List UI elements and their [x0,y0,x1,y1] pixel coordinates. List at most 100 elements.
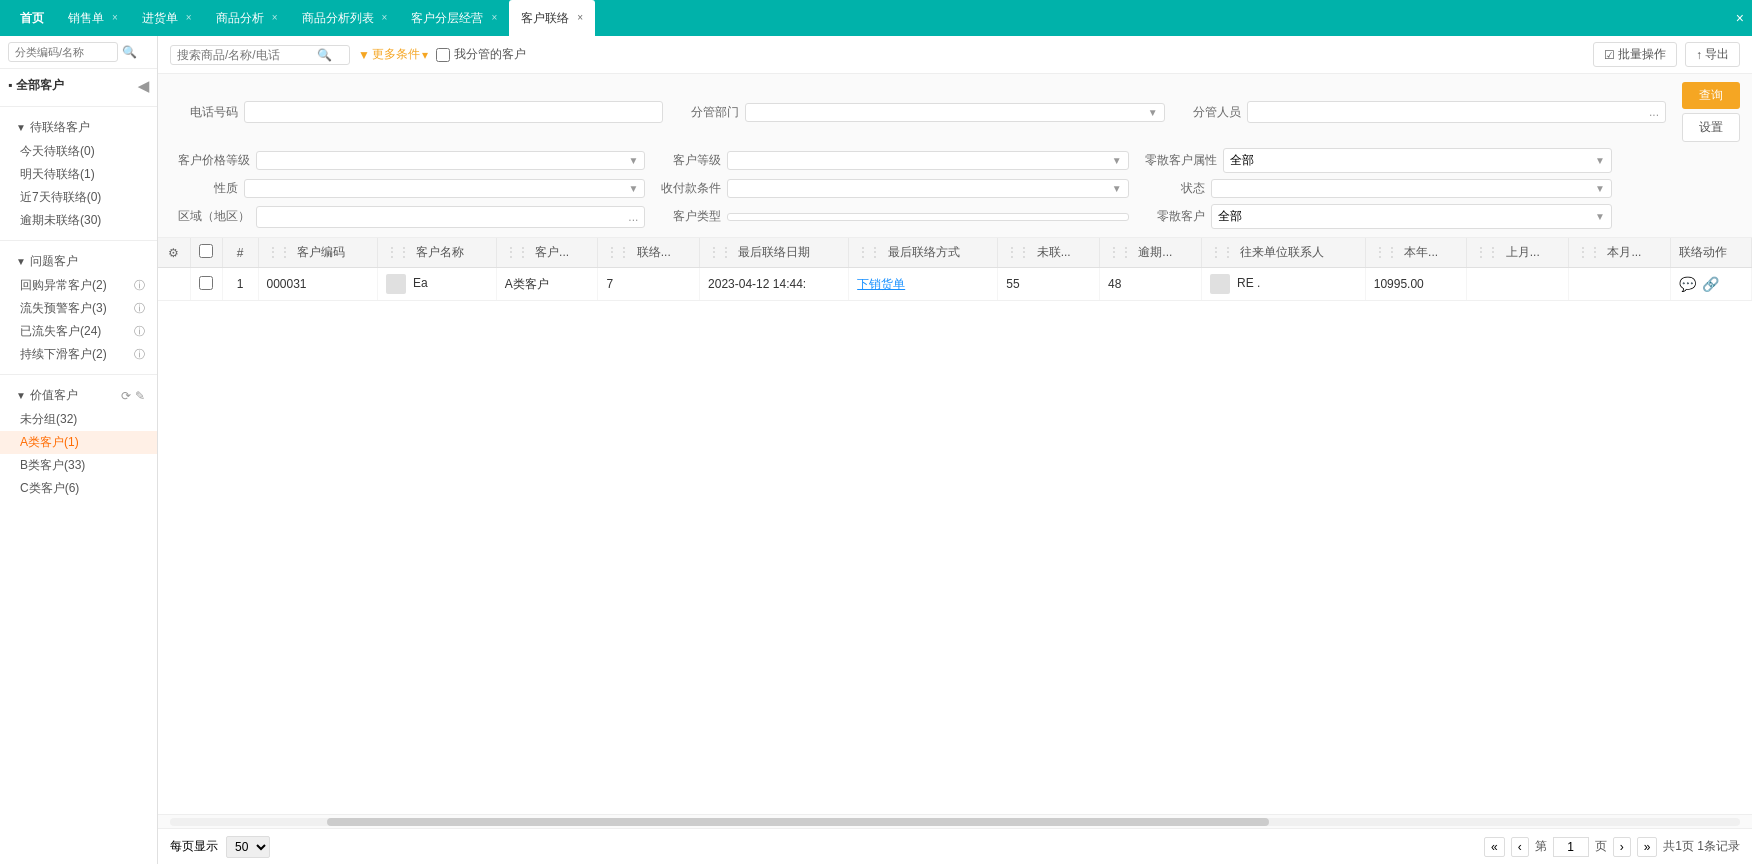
nav-customer-contact[interactable]: 客户联络 × [509,0,595,36]
col-settings: ⚙ [158,238,190,268]
last-method-link[interactable]: 下销货单 [857,277,905,291]
my-customers-checkbox[interactable] [436,48,450,62]
sidebar-item-abnormal-repurchase[interactable]: 回购异常客户(2) ⓘ [0,274,157,297]
link-action-icon[interactable]: 🔗 [1702,276,1719,292]
row-checkbox[interactable] [199,276,213,290]
sidebar-item-class-a[interactable]: A类客户(1) [0,431,157,454]
dept-select[interactable]: ▼ [745,103,1164,122]
nav-sales[interactable]: 销售单 × [56,0,130,36]
region-select[interactable]: ... [256,206,645,228]
retail-label: 零散客户 [1145,208,1205,225]
row-this-month [1569,268,1671,301]
person-select[interactable]: ... [1247,101,1666,123]
customer-level-select[interactable]: ▼ [727,151,1128,170]
batch-op-button[interactable]: ☑ 批量操作 [1593,42,1677,67]
query-button[interactable]: 查询 [1682,82,1740,109]
close-sales-icon[interactable]: × [112,0,118,36]
sidebar-item-overdue[interactable]: 逾期未联络(30) [0,209,157,232]
sidebar-item-ungrouped[interactable]: 未分组(32) [0,408,157,431]
caret-down-icon: ▾ [422,48,428,62]
retail-caret-icon: ▼ [1595,211,1605,222]
problem-customers-group[interactable]: ▼ 问题客户 [0,249,157,274]
filter-nature: 性质 ▼ [170,179,653,198]
my-customers-filter[interactable]: 我分管的客户 [436,46,526,63]
info-icon: ⓘ [134,278,145,293]
sidebar-search-icon[interactable]: 🔍 [122,45,137,59]
page-number-input[interactable] [1553,837,1589,857]
per-page-select[interactable]: 50 [226,836,270,858]
nav-home[interactable]: 首页 [8,0,56,36]
col-contact-count-header: ⋮⋮ 联络... [598,238,700,268]
nav-goods-list[interactable]: 商品分析列表 × [290,0,400,36]
payment-select[interactable]: ▼ [727,179,1128,198]
nature-select[interactable]: ▼ [244,179,645,198]
export-button[interactable]: ↑ 导出 [1685,42,1740,67]
category-search-input[interactable] [8,42,118,62]
drag-icon-2: ⋮⋮ [386,245,410,259]
nav-customer-layer[interactable]: 客户分层经营 × [399,0,509,36]
sidebar-item-class-b[interactable]: B类客户(33) [0,454,157,477]
total-records: 共1页 1条记录 [1663,838,1740,855]
all-customers-title[interactable]: ▪ 全部客户 ◀ [0,73,157,98]
retail-attr-select[interactable]: 全部 ▼ [1223,148,1612,173]
collapse-sidebar-btn[interactable]: ◀ [138,78,149,94]
main-layout: 🔍 ▪ 全部客户 ◀ ▼ 待联络客户 今天待联络(0) 明天待联络(1) 近7天… [0,36,1752,864]
value-customers-group[interactable]: ▼ 价值客户 ⟳ ✎ [0,383,157,408]
close-all-tabs[interactable]: × [1736,10,1744,26]
problem-customers-section: ▼ 问题客户 回购异常客户(2) ⓘ 流失预警客户(3) ⓘ 已流失客户(24)… [0,245,157,370]
message-action-icon[interactable]: 💬 [1679,276,1696,292]
horizontal-scrollbar[interactable] [170,818,1740,826]
main-search-input[interactable] [177,48,317,62]
sidebar-item-churn-warning[interactable]: 流失预警客户(3) ⓘ [0,297,157,320]
filter-person: 分管人员 ... [1173,101,1674,123]
edit-icon[interactable]: ✎ [135,389,145,403]
status-label: 状态 [1145,180,1205,197]
settings-button[interactable]: 设置 [1682,113,1740,142]
all-customers-section: ▪ 全部客户 ◀ [0,69,157,102]
select-all-checkbox[interactable] [199,244,213,258]
sidebar-item-tomorrow[interactable]: 明天待联络(1) [0,163,157,186]
row-last-month [1467,268,1569,301]
divider-3 [0,374,157,375]
drag-icon-7: ⋮⋮ [1006,245,1030,259]
next-page-btn[interactable]: › [1613,837,1631,857]
status-caret-icon: ▼ [1595,183,1605,194]
contact-person-avatar [1210,274,1230,294]
table-header-row: ⚙ # ⋮⋮ 客户编码 ⋮⋮ 客户名称 [158,238,1752,268]
customer-type-select[interactable] [727,213,1128,221]
prev-page-btn[interactable]: ‹ [1511,837,1529,857]
nav-goods-analysis[interactable]: 商品分析 × [204,0,290,36]
status-select[interactable]: ▼ [1211,179,1612,198]
row-uncontacted: 55 [998,268,1100,301]
first-page-btn[interactable]: « [1484,837,1505,857]
sidebar-item-declining[interactable]: 持续下滑客户(2) ⓘ [0,343,157,366]
pending-contact-group[interactable]: ▼ 待联络客户 [0,115,157,140]
close-customer-contact-icon[interactable]: × [577,0,583,36]
filter-dept: 分管部门 ▼ [671,103,1172,122]
close-goods-analysis-icon[interactable]: × [272,0,278,36]
filter-retail-attr: 零散客户属性 全部 ▼ [1137,148,1620,173]
sidebar-item-churned[interactable]: 已流失客户(24) ⓘ [0,320,157,343]
close-customer-layer-icon[interactable]: × [491,0,497,36]
col-last-month-header: ⋮⋮ 上月... [1467,238,1569,268]
last-page-btn[interactable]: » [1637,837,1658,857]
close-purchase-icon[interactable]: × [186,0,192,36]
phone-input[interactable] [244,101,663,123]
sidebar-item-class-c[interactable]: C类客户(6) [0,477,157,500]
nav-purchase[interactable]: 进货单 × [130,0,204,36]
close-goods-list-icon[interactable]: × [382,0,388,36]
refresh-icon[interactable]: ⟳ [121,389,131,403]
customer-level-caret-icon: ▼ [1112,155,1122,166]
drag-icon-3: ⋮⋮ [505,245,529,259]
sidebar-item-today[interactable]: 今天待联络(0) [0,140,157,163]
scrollbar-thumb[interactable] [327,818,1269,826]
retail-select[interactable]: 全部 ▼ [1211,204,1612,229]
drag-icon-8: ⋮⋮ [1108,245,1132,259]
settings-gear-icon[interactable]: ⚙ [168,246,179,260]
filter-price-level: 客户价格等级 ▼ [170,151,653,170]
sidebar-item-7days[interactable]: 近7天待联络(0) [0,186,157,209]
more-filter-btn[interactable]: ▼ 更多条件 ▾ [358,46,428,63]
price-level-caret-icon: ▼ [628,155,638,166]
main-search-icon[interactable]: 🔍 [317,48,332,62]
price-level-select[interactable]: ▼ [256,151,645,170]
